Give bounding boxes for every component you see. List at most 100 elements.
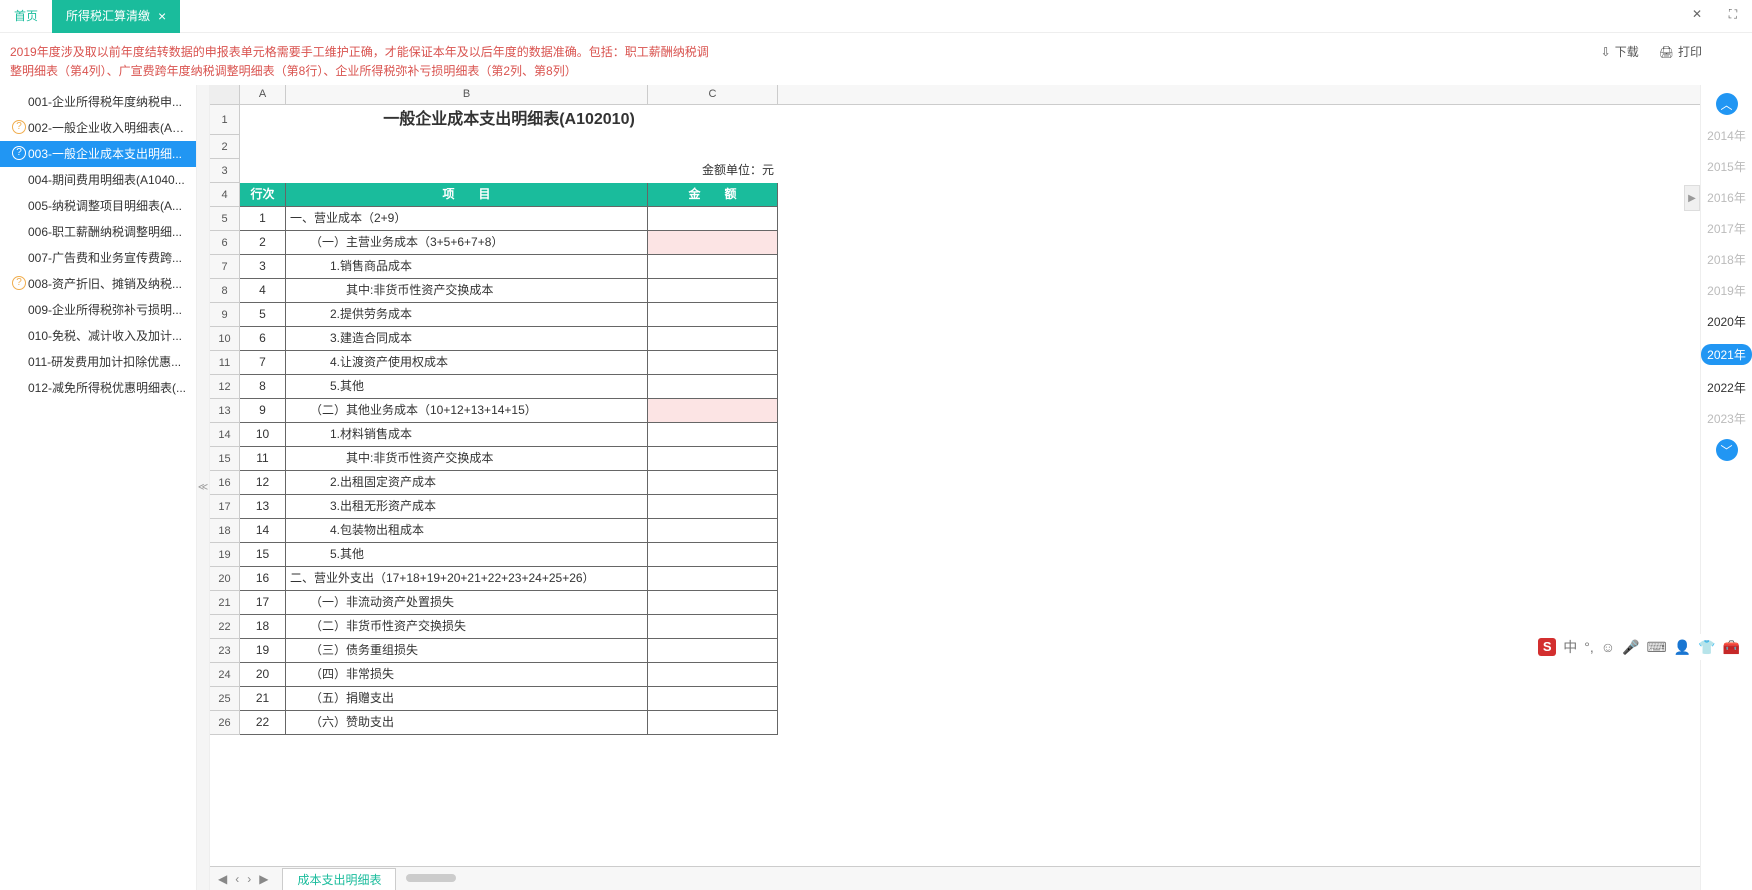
cell-rownum[interactable]: 21 <box>240 687 286 711</box>
cell-rownum[interactable]: 12 <box>240 471 286 495</box>
row-header[interactable]: 6 <box>210 231 240 255</box>
row-header[interactable]: 19 <box>210 543 240 567</box>
ime-punct-icon[interactable]: °, <box>1584 639 1594 655</box>
sidebar-item-5[interactable]: 006-职工薪酬纳税调整明细... <box>0 219 196 245</box>
cell-item[interactable]: （一）主营业务成本（3+5+6+7+8） <box>286 231 648 255</box>
cell-item[interactable]: 5.其他 <box>286 375 648 399</box>
cell-amount[interactable] <box>648 519 778 543</box>
tab-home[interactable]: 首页 <box>0 0 52 33</box>
cell-amount[interactable] <box>648 207 778 231</box>
row-header[interactable]: 12 <box>210 375 240 399</box>
year-2015年[interactable]: 2015年 <box>1707 158 1746 175</box>
cell-amount[interactable] <box>648 351 778 375</box>
year-2020年[interactable]: 2020年 <box>1707 313 1746 330</box>
row-header[interactable]: 11 <box>210 351 240 375</box>
row-header[interactable]: 22 <box>210 615 240 639</box>
row-header[interactable]: 8 <box>210 279 240 303</box>
col-header-A[interactable]: A <box>240 85 286 104</box>
cell-item[interactable]: 二、营业外支出（17+18+19+20+21+22+23+24+25+26） <box>286 567 648 591</box>
cell-rownum[interactable]: 15 <box>240 543 286 567</box>
col-header-C[interactable]: C <box>648 85 778 104</box>
spreadsheet[interactable]: A B C 1234567891011121314151617181920212… <box>210 85 1700 866</box>
tab-active[interactable]: 所得税汇算清缴 × <box>52 0 180 33</box>
sidebar-item-3[interactable]: 004-期间费用明细表(A1040... <box>0 167 196 193</box>
cell-amount[interactable] <box>648 567 778 591</box>
cell-rownum[interactable]: 17 <box>240 591 286 615</box>
sidebar-item-4[interactable]: 005-纳税调整项目明细表(A... <box>0 193 196 219</box>
cell-rownum[interactable]: 20 <box>240 663 286 687</box>
cell-item[interactable]: （二）非货币性资产交换损失 <box>286 615 648 639</box>
sheet-nav-first-icon[interactable]: ◀ <box>216 872 229 886</box>
row-header[interactable]: 14 <box>210 423 240 447</box>
grid-corner[interactable] <box>210 85 240 104</box>
cell-item[interactable]: （三）债务重组损失 <box>286 639 648 663</box>
row-header[interactable]: 24 <box>210 663 240 687</box>
collapse-handle[interactable]: ≪ <box>196 85 210 890</box>
year-2023年[interactable]: 2023年 <box>1707 410 1746 427</box>
ime-lang[interactable]: 中 <box>1563 637 1577 657</box>
cell-amount[interactable] <box>648 327 778 351</box>
cell-item[interactable]: （二）其他业务成本（10+12+13+14+15） <box>286 399 648 423</box>
cell-amount[interactable] <box>648 663 778 687</box>
cell-item[interactable]: 4.包装物出租成本 <box>286 519 648 543</box>
cell-rownum[interactable]: 3 <box>240 255 286 279</box>
sheet-tab[interactable]: 成本支出明细表 <box>282 868 396 890</box>
cell-item[interactable]: 3.出租无形资产成本 <box>286 495 648 519</box>
cell-amount[interactable] <box>648 687 778 711</box>
cell-rownum[interactable]: 14 <box>240 519 286 543</box>
ime-skin-icon[interactable]: 👕 <box>1698 639 1715 656</box>
cell-amount[interactable] <box>648 639 778 663</box>
cell-amount[interactable] <box>648 447 778 471</box>
cell-amount[interactable] <box>648 591 778 615</box>
year-2018年[interactable]: 2018年 <box>1707 251 1746 268</box>
row-header[interactable]: 9 <box>210 303 240 327</box>
ime-logo-icon[interactable]: S <box>1538 638 1556 656</box>
cell-amount[interactable] <box>648 231 778 255</box>
hscroll[interactable] <box>406 874 1690 884</box>
cell-item[interactable]: 一、营业成本（2+9） <box>286 207 648 231</box>
row-header[interactable]: 4 <box>210 183 240 207</box>
help-icon[interactable]: ? <box>12 146 26 160</box>
ime-user-icon[interactable]: 👤 <box>1674 639 1691 656</box>
cell-item[interactable]: 5.其他 <box>286 543 648 567</box>
sidebar-item-11[interactable]: 012-减免所得税优惠明细表(... <box>0 375 196 401</box>
close-window-icon[interactable]: ✕ <box>1688 5 1706 23</box>
sidebar-item-8[interactable]: 009-企业所得税弥补亏损明... <box>0 297 196 323</box>
row-header[interactable]: 7 <box>210 255 240 279</box>
year-2019年[interactable]: 2019年 <box>1707 282 1746 299</box>
row-header[interactable]: 21 <box>210 591 240 615</box>
cell-amount[interactable] <box>648 255 778 279</box>
row-header[interactable]: 23 <box>210 639 240 663</box>
cell-item[interactable]: （六）赞助支出 <box>286 711 648 735</box>
cell-rownum[interactable]: 22 <box>240 711 286 735</box>
sidebar-item-1[interactable]: ?002-一般企业收入明细表(A10... <box>0 115 196 141</box>
cell-rownum[interactable]: 8 <box>240 375 286 399</box>
cell-amount[interactable] <box>648 471 778 495</box>
cell-item[interactable]: 2.出租固定资产成本 <box>286 471 648 495</box>
sidebar-item-6[interactable]: 007-广告费和业务宣传费跨... <box>0 245 196 271</box>
download-button[interactable]: ⇩ 下载 <box>1601 43 1639 60</box>
cell-item[interactable]: 3.建造合同成本 <box>286 327 648 351</box>
help-icon[interactable]: ? <box>12 276 26 290</box>
row-header[interactable]: 17 <box>210 495 240 519</box>
row-header[interactable]: 5 <box>210 207 240 231</box>
scroll-up-icon[interactable]: ︿ <box>1716 93 1738 115</box>
cell-item[interactable]: 其中:非货币性资产交换成本 <box>286 279 648 303</box>
sheet-nav-prev-icon[interactable]: ‹ <box>233 872 241 886</box>
help-icon[interactable]: ? <box>12 120 26 134</box>
cell-amount[interactable] <box>648 375 778 399</box>
cell-amount[interactable] <box>648 399 778 423</box>
cell-item[interactable]: 4.让渡资产使用权成本 <box>286 351 648 375</box>
sheet-nav-next-icon[interactable]: › <box>245 872 253 886</box>
row-header[interactable]: 26 <box>210 711 240 735</box>
ime-keyboard-icon[interactable]: ⌨ <box>1646 639 1666 656</box>
sidebar-item-10[interactable]: 011-研发费用加计扣除优惠... <box>0 349 196 375</box>
row-header[interactable]: 3 <box>210 159 240 183</box>
cell-rownum[interactable]: 5 <box>240 303 286 327</box>
ime-bar[interactable]: S 中 °, ☺ 🎤 ⌨ 👤 👕 🧰 <box>1532 634 1746 660</box>
cell-amount[interactable] <box>648 303 778 327</box>
cell-rownum[interactable]: 6 <box>240 327 286 351</box>
row-header[interactable]: 18 <box>210 519 240 543</box>
cell-item[interactable]: （一）非流动资产处置损失 <box>286 591 648 615</box>
cell-rownum[interactable]: 7 <box>240 351 286 375</box>
